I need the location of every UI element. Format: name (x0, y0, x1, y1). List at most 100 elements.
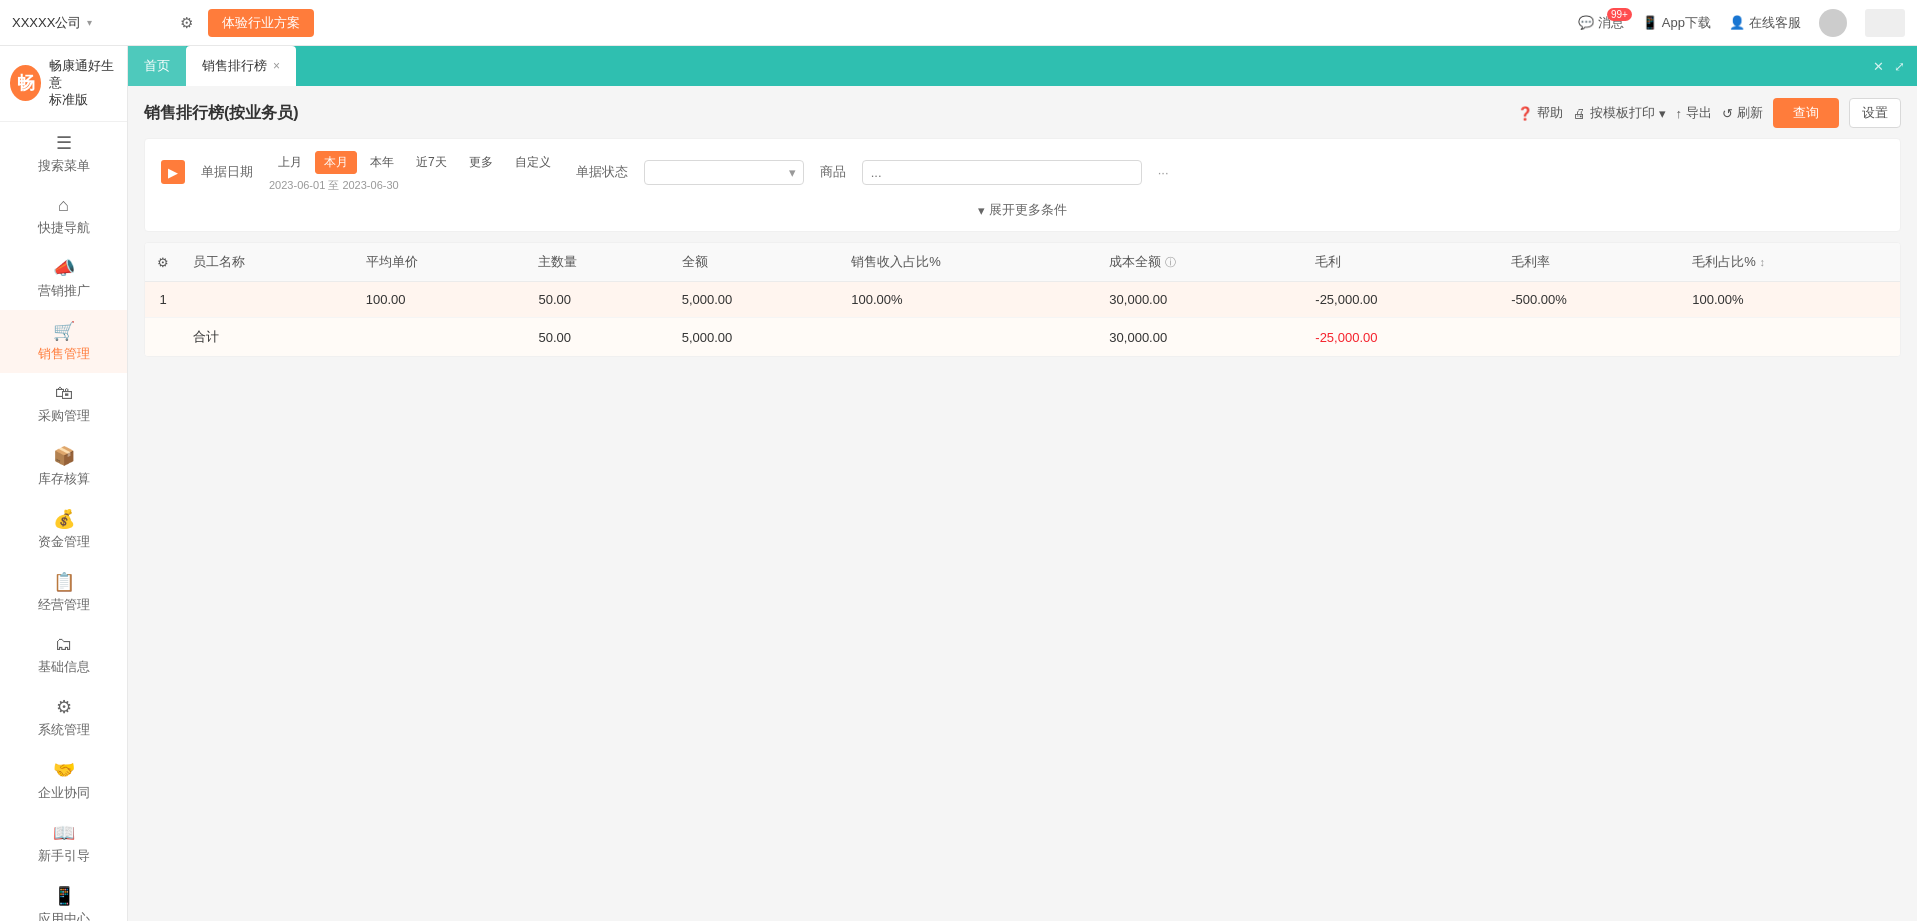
expand-conditions-btn[interactable]: ▾ 展开更多条件 (978, 201, 1067, 219)
sidebar-item-apps[interactable]: 📱 应用中心 (0, 875, 127, 921)
th-cost: 成本全额 ⓘ (1097, 243, 1303, 282)
content-area: 首页 销售排行榜 × ✕ ⤢ 销售排行榜(按业务员) ❓ 帮助 (128, 46, 1917, 921)
filter-row-1: ▶ 单据日期 上月 本月 本年 近7天 更多 自定义 2023-06-01 至 … (161, 151, 1884, 193)
goods-input[interactable] (862, 160, 1142, 185)
th-name: 员工名称 (181, 243, 354, 282)
date-btn-7days[interactable]: 近7天 (407, 151, 456, 174)
date-filter-group: 上月 本月 本年 近7天 更多 自定义 2023-06-01 至 2023-06… (269, 151, 560, 193)
basic-icon: 🗂 (55, 634, 73, 655)
footer-avg-price (354, 318, 527, 357)
avatar[interactable] (1819, 9, 1847, 37)
tab-sales-ranking[interactable]: 销售排行榜 × (186, 46, 296, 86)
tab-bar-right: ✕ ⤢ (1873, 59, 1917, 74)
th-sales-pct: 销售收入占比% (839, 243, 1097, 282)
table-header-row: ⚙ 员工名称 平均单价 主数量 全额 销售收入占比% 成本全额 ⓘ 毛利 毛利率… (145, 243, 1900, 282)
apps-icon: 📱 (53, 885, 75, 907)
cell-amount: 5,000.00 (670, 282, 840, 318)
settings-icon[interactable]: ⚙ (172, 9, 200, 37)
chevron-down-icon: ▾ (978, 203, 985, 218)
download-icon: 📱 (1642, 15, 1658, 30)
sidebar: 畅 畅康通好生意 标准版 ☰ 搜索菜单 ⌂ 快捷导航 📣 营销推广 🛒 销售管理… (0, 46, 128, 921)
footer-label: 合计 (181, 318, 354, 357)
sidebar-item-search[interactable]: ☰ 搜索菜单 (0, 122, 127, 185)
th-profit-pct: 毛利占比% ↕ (1680, 243, 1900, 282)
print-chevron-icon: ▾ (1659, 106, 1666, 121)
search-menu-icon: ☰ (56, 132, 72, 154)
th-settings[interactable]: ⚙ (145, 243, 181, 282)
footer-profit-rate (1499, 318, 1680, 357)
export-button[interactable]: ↑ 导出 (1676, 104, 1713, 122)
table-row: 1 100.00 50.00 5,000.00 100.00% 30,000.0… (145, 282, 1900, 318)
top-bar: XXXXX公司 ▾ ⚙ 体验行业方案 💬 消息 99+ 📱 App下载 👤 在线… (0, 0, 1917, 46)
sidebar-item-marketing[interactable]: 📣 营销推广 (0, 247, 127, 310)
date-filter-label: 单据日期 (201, 163, 253, 181)
app-download-button[interactable]: 📱 App下载 (1642, 14, 1711, 32)
date-btn-last-month[interactable]: 上月 (269, 151, 311, 174)
date-btn-this-year[interactable]: 本年 (361, 151, 403, 174)
tab-home-label: 首页 (144, 57, 170, 75)
page-header: 销售排行榜(按业务员) ❓ 帮助 🖨 按模板打印 ▾ ↑ 导出 (144, 98, 1901, 128)
date-options: 上月 本月 本年 近7天 更多 自定义 (269, 151, 560, 174)
company-selector[interactable]: XXXXX公司 ▾ (12, 14, 172, 32)
goods-more-icon[interactable]: ··· (1158, 165, 1169, 180)
th-qty: 主数量 (526, 243, 669, 282)
tab-close-icon[interactable]: × (273, 59, 280, 73)
sidebar-item-basic[interactable]: 🗂 基础信息 (0, 624, 127, 686)
print-icon: 🖨 (1573, 106, 1586, 121)
sidebar-item-sales[interactable]: 🛒 销售管理 (0, 310, 127, 373)
cell-cost: 30,000.00 (1097, 282, 1303, 318)
sidebar-item-collab[interactable]: 🤝 企业协同 (0, 749, 127, 812)
sidebar-item-finance[interactable]: 💰 资金管理 (0, 498, 127, 561)
th-avg-price: 平均单价 (354, 243, 527, 282)
tab-window-close-icon[interactable]: ✕ (1873, 59, 1884, 74)
service-icon: 👤 (1729, 15, 1745, 30)
th-profit-rate: 毛利率 (1499, 243, 1680, 282)
date-btn-this-month[interactable]: 本月 (315, 151, 357, 174)
footer-profit: -25,000.00 (1303, 318, 1499, 357)
filter-expand-btn[interactable]: ▶ (161, 160, 185, 184)
sidebar-item-guide[interactable]: 📖 新手引导 (0, 812, 127, 875)
tab-home[interactable]: 首页 (128, 46, 186, 86)
export-icon: ↑ (1676, 106, 1683, 121)
collab-icon: 🤝 (53, 759, 75, 781)
cell-avg-price: 100.00 (354, 282, 527, 318)
help-button[interactable]: ❓ 帮助 (1517, 104, 1563, 122)
footer-sales-pct (839, 318, 1097, 357)
refresh-button[interactable]: ↺ 刷新 (1722, 104, 1763, 122)
cell-profit: -25,000.00 (1303, 282, 1499, 318)
sidebar-item-shortcut[interactable]: ⌂ 快捷导航 (0, 185, 127, 247)
tab-window-restore-icon[interactable]: ⤢ (1894, 59, 1905, 74)
status-select-wrapper (644, 160, 804, 185)
cell-qty: 50.00 (526, 282, 669, 318)
user-name-display (1865, 9, 1905, 37)
home-icon: ⌂ (58, 195, 69, 216)
page-actions: ❓ 帮助 🖨 按模板打印 ▾ ↑ 导出 ↺ 刷新 (1517, 98, 1902, 128)
footer-amount: 5,000.00 (670, 318, 840, 357)
online-service-button[interactable]: 👤 在线客服 (1729, 14, 1801, 32)
finance-icon: 💰 (53, 508, 75, 530)
status-select[interactable] (644, 160, 804, 185)
footer-empty (145, 318, 181, 357)
marketing-icon: 📣 (53, 257, 75, 279)
footer-qty: 50.00 (526, 318, 669, 357)
sidebar-item-operation[interactable]: 📋 经营管理 (0, 561, 127, 624)
table-settings-button[interactable]: 设置 (1849, 98, 1901, 128)
date-btn-custom[interactable]: 自定义 (506, 151, 560, 174)
message-badge: 99+ (1607, 8, 1632, 21)
guide-icon: 📖 (53, 822, 75, 844)
query-button[interactable]: 查询 (1773, 98, 1839, 128)
sidebar-item-inventory[interactable]: 📦 库存核算 (0, 435, 127, 498)
sidebar-item-purchase[interactable]: 🛍 采购管理 (0, 373, 127, 435)
messages-button[interactable]: 💬 消息 99+ (1578, 14, 1624, 32)
date-btn-more[interactable]: 更多 (460, 151, 502, 174)
data-table-card: ⚙ 员工名称 平均单价 主数量 全额 销售收入占比% 成本全额 ⓘ 毛利 毛利率… (144, 242, 1901, 357)
sales-icon: 🛒 (53, 320, 75, 342)
operation-icon: 📋 (53, 571, 75, 593)
page-body: 销售排行榜(按业务员) ❓ 帮助 🖨 按模板打印 ▾ ↑ 导出 (128, 86, 1917, 921)
sidebar-item-system[interactable]: ⚙ 系统管理 (0, 686, 127, 749)
trial-button[interactable]: 体验行业方案 (208, 9, 314, 37)
status-filter-label: 单据状态 (576, 163, 628, 181)
goods-filter-label: 商品 (820, 163, 846, 181)
template-print-button[interactable]: 🖨 按模板打印 ▾ (1573, 104, 1666, 122)
logo-icon: 畅 (10, 65, 41, 101)
